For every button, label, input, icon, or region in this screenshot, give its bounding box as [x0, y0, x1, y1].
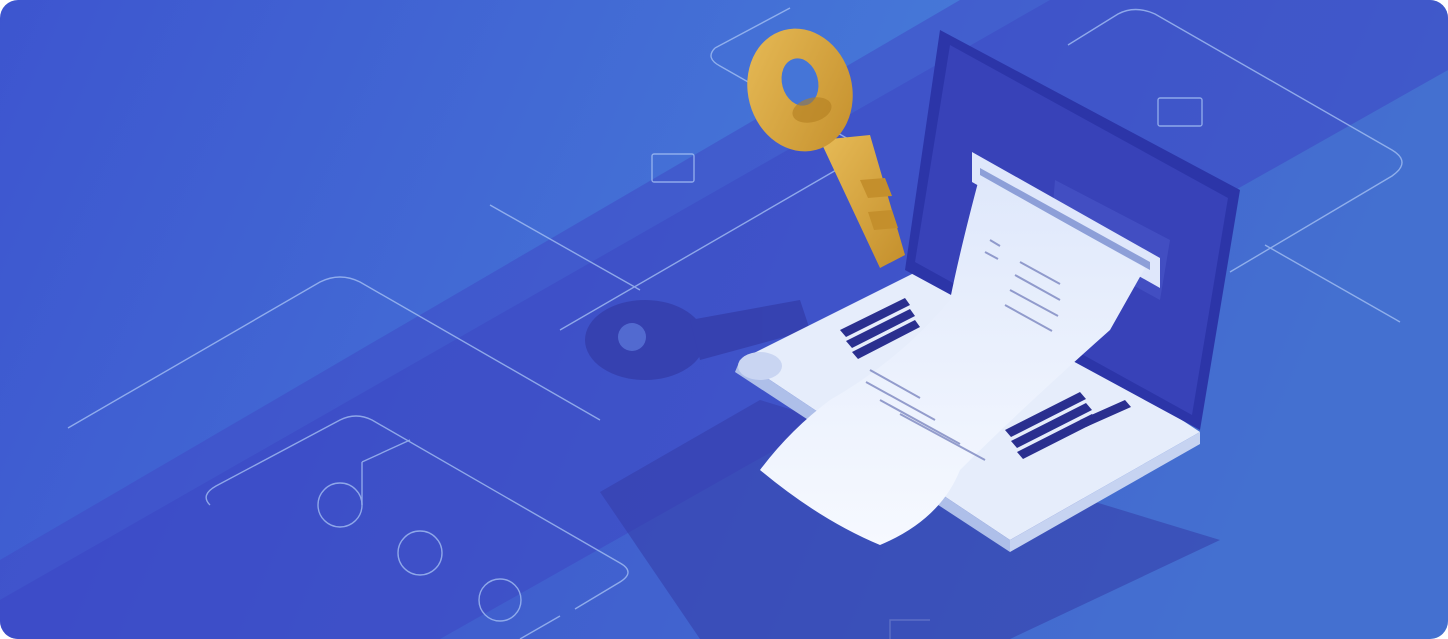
key-shadow-hole: [618, 323, 646, 351]
illustration-card: [0, 0, 1448, 639]
illustration: [0, 0, 1448, 639]
